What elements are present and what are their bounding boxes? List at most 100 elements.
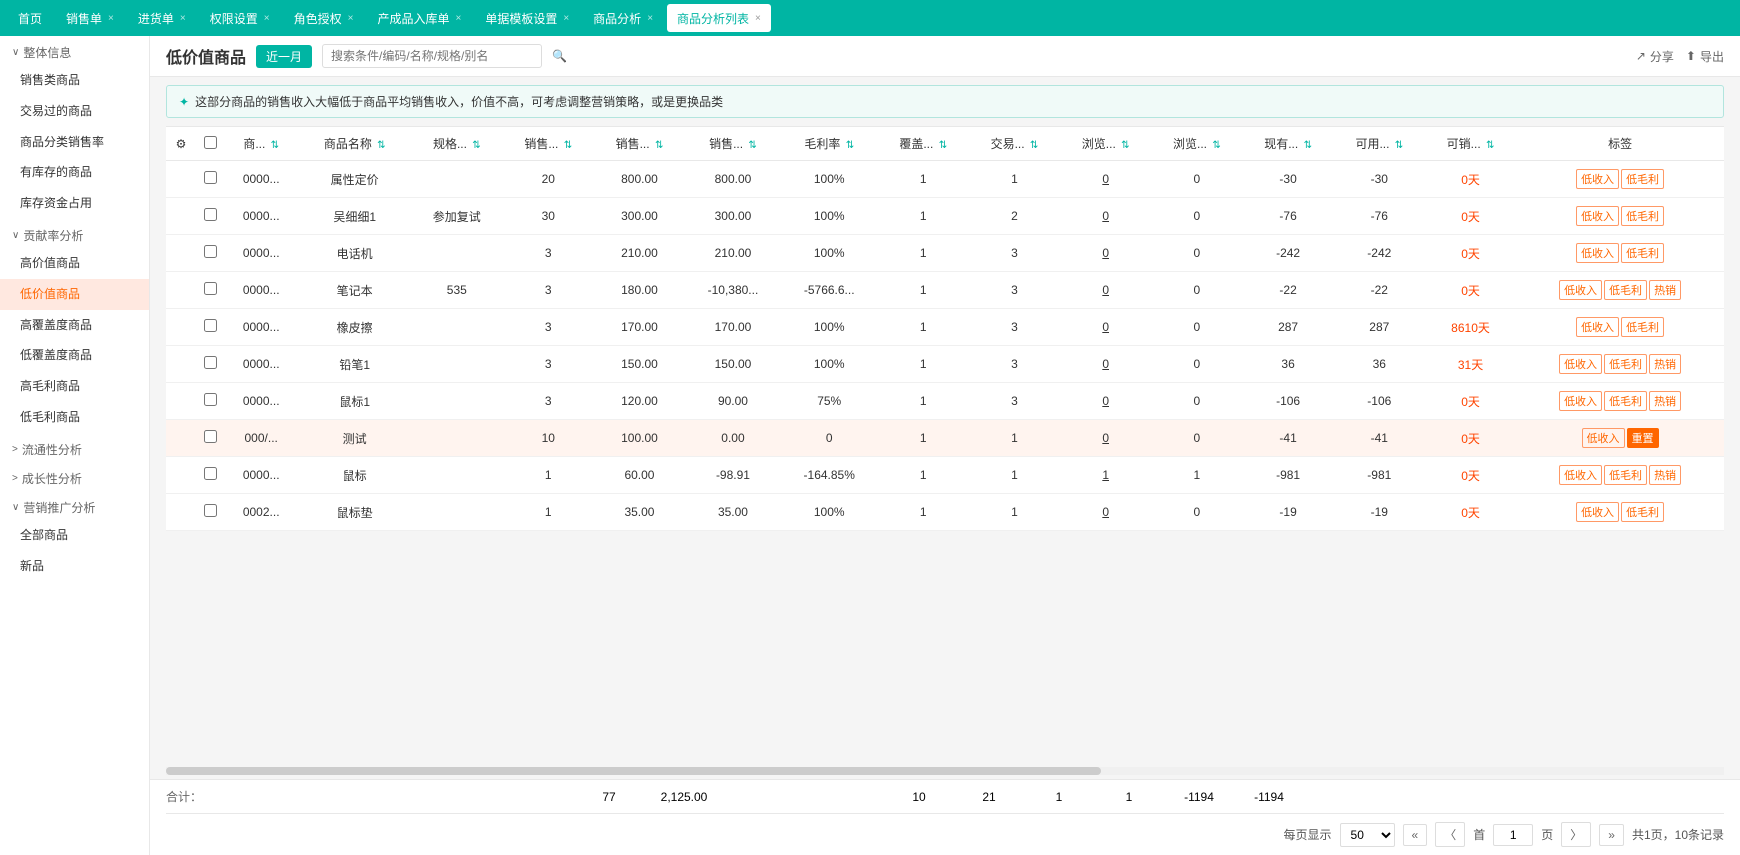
close-icon[interactable]: ×: [180, 13, 186, 24]
sidebar-group-title-general[interactable]: ∨ 整体信息: [0, 36, 149, 65]
row-checkbox[interactable]: [204, 282, 217, 295]
nav-home[interactable]: 首页: [8, 4, 52, 32]
browse1-col-header[interactable]: 浏览... ⇅: [1060, 127, 1151, 161]
browse1-value[interactable]: 0: [1102, 320, 1109, 334]
browse1-cell[interactable]: 0: [1060, 309, 1151, 346]
sidebar-item-inventory-funds[interactable]: 库存资金占用: [0, 188, 149, 219]
row-checkbox[interactable]: [204, 504, 217, 517]
row-checkbox[interactable]: [204, 319, 217, 332]
spec-col-header[interactable]: 规格... ⇅: [411, 127, 503, 161]
prev-page-button[interactable]: 〈: [1435, 822, 1465, 847]
sidebar-item-traded-goods[interactable]: 交易过的商品: [0, 96, 149, 127]
close-icon[interactable]: ×: [264, 13, 270, 24]
row-checkbox[interactable]: [204, 245, 217, 258]
browse1-cell[interactable]: 0: [1060, 346, 1151, 383]
checkbox-cell[interactable]: [196, 346, 224, 383]
select-all-checkbox[interactable]: [204, 136, 217, 149]
close-icon[interactable]: ×: [755, 13, 761, 24]
checkbox-cell[interactable]: [196, 235, 224, 272]
close-icon[interactable]: ×: [563, 13, 569, 24]
close-icon[interactable]: ×: [108, 13, 114, 24]
search-icon[interactable]: 🔍: [552, 49, 567, 63]
search-input[interactable]: [322, 44, 542, 68]
sidebar-item-category-rate[interactable]: 商品分类销售率: [0, 127, 149, 158]
settings-col-header[interactable]: ⚙: [166, 127, 196, 161]
sidebar-group-title-marketing[interactable]: ∨ 营销推广分析: [0, 491, 149, 520]
code-col-header[interactable]: 商... ⇅: [224, 127, 298, 161]
row-checkbox[interactable]: [204, 393, 217, 406]
browse1-cell[interactable]: 0: [1060, 235, 1151, 272]
nav-purchase-order[interactable]: 进货单 ×: [128, 4, 196, 32]
next-page-button[interactable]: 〉: [1561, 822, 1591, 847]
browse1-cell[interactable]: 0: [1060, 494, 1151, 531]
sidebar-item-stocked-goods[interactable]: 有库存的商品: [0, 157, 149, 188]
row-checkbox[interactable]: [204, 356, 217, 369]
browse1-cell[interactable]: 0: [1060, 383, 1151, 420]
browse1-cell[interactable]: 1: [1060, 457, 1151, 494]
sale3-col-header[interactable]: 销售... ⇅: [685, 127, 781, 161]
checkbox-cell[interactable]: [196, 457, 224, 494]
first-page-button[interactable]: «: [1403, 824, 1428, 846]
checkbox-cell[interactable]: [196, 161, 224, 198]
export-button[interactable]: ⬆ 导出: [1686, 48, 1724, 65]
sale2-col-header[interactable]: 销售... ⇅: [594, 127, 685, 161]
row-checkbox[interactable]: [204, 171, 217, 184]
last-page-button[interactable]: »: [1599, 824, 1624, 846]
sidebar-group-title-contribution[interactable]: ∨ 贡献率分析: [0, 219, 149, 248]
nav-product-analysis[interactable]: 商品分析 ×: [583, 4, 663, 32]
browse1-value[interactable]: 0: [1102, 283, 1109, 297]
nav-sales-order[interactable]: 销售单 ×: [56, 4, 124, 32]
nav-product-inbound[interactable]: 产成品入库单 ×: [367, 4, 471, 32]
checkbox-cell[interactable]: [196, 494, 224, 531]
sidebar-item-low-coverage[interactable]: 低覆盖度商品: [0, 340, 149, 371]
page-size-select[interactable]: 50 100 200: [1340, 823, 1395, 847]
checkbox-cell[interactable]: [196, 420, 224, 457]
checkbox-cell[interactable]: [196, 383, 224, 420]
page-input[interactable]: [1493, 824, 1533, 846]
browse1-value[interactable]: 0: [1102, 505, 1109, 519]
available-col-header[interactable]: 可用... ⇅: [1334, 127, 1425, 161]
scrollbar-thumb[interactable]: [166, 767, 1101, 775]
checkbox-cell[interactable]: [196, 198, 224, 235]
nav-product-analysis-list[interactable]: 商品分析列表 ×: [667, 4, 771, 32]
horizontal-scrollbar[interactable]: [166, 767, 1724, 775]
browse1-cell[interactable]: 0: [1060, 161, 1151, 198]
row-checkbox[interactable]: [204, 208, 217, 221]
period-button[interactable]: 近一月: [256, 45, 312, 68]
browse1-value[interactable]: 0: [1102, 394, 1109, 408]
sidebar-group-title-growth[interactable]: > 成长性分析: [0, 462, 149, 491]
share-button[interactable]: ↗ 分享: [1636, 48, 1674, 65]
browse2-col-header[interactable]: 浏览... ⇅: [1151, 127, 1242, 161]
browse1-value[interactable]: 0: [1102, 431, 1109, 445]
sidebar-item-all-goods[interactable]: 全部商品: [0, 520, 149, 551]
browse1-value[interactable]: 0: [1102, 357, 1109, 371]
checkbox-cell[interactable]: [196, 309, 224, 346]
browse1-cell[interactable]: 0: [1060, 420, 1151, 457]
browse1-value[interactable]: 0: [1102, 172, 1109, 186]
cover-col-header[interactable]: 覆盖... ⇅: [878, 127, 969, 161]
sidebar-item-high-value[interactable]: 高价值商品: [0, 248, 149, 279]
sidebar-item-high-profit[interactable]: 高毛利商品: [0, 371, 149, 402]
close-icon[interactable]: ×: [348, 13, 354, 24]
close-icon[interactable]: ×: [455, 13, 461, 24]
checkbox-cell[interactable]: [196, 272, 224, 309]
nav-role-auth[interactable]: 角色授权 ×: [284, 4, 364, 32]
name-col-header[interactable]: 商品名称 ⇅: [298, 127, 411, 161]
browse1-value[interactable]: 1: [1102, 468, 1109, 482]
sidebar-item-new-goods[interactable]: 新品: [0, 551, 149, 582]
current-col-header[interactable]: 现有... ⇅: [1242, 127, 1333, 161]
close-icon[interactable]: ×: [647, 13, 653, 24]
browse1-value[interactable]: 0: [1102, 209, 1109, 223]
row-checkbox[interactable]: [204, 467, 217, 480]
sidebar-item-sales-goods[interactable]: 销售类商品: [0, 65, 149, 96]
sidebar-item-low-profit[interactable]: 低毛利商品: [0, 402, 149, 433]
sidebar-group-title-circulation[interactable]: > 流通性分析: [0, 433, 149, 462]
sidebar-item-low-value[interactable]: 低价值商品: [0, 279, 149, 310]
browse1-cell[interactable]: 0: [1060, 272, 1151, 309]
nav-permissions[interactable]: 权限设置 ×: [200, 4, 280, 32]
profit-rate-col-header[interactable]: 毛利率 ⇅: [781, 127, 878, 161]
sellable-col-header[interactable]: 可销... ⇅: [1425, 127, 1516, 161]
trade-col-header[interactable]: 交易... ⇅: [969, 127, 1060, 161]
browse1-value[interactable]: 0: [1102, 246, 1109, 260]
nav-template-settings[interactable]: 单据模板设置 ×: [475, 4, 579, 32]
